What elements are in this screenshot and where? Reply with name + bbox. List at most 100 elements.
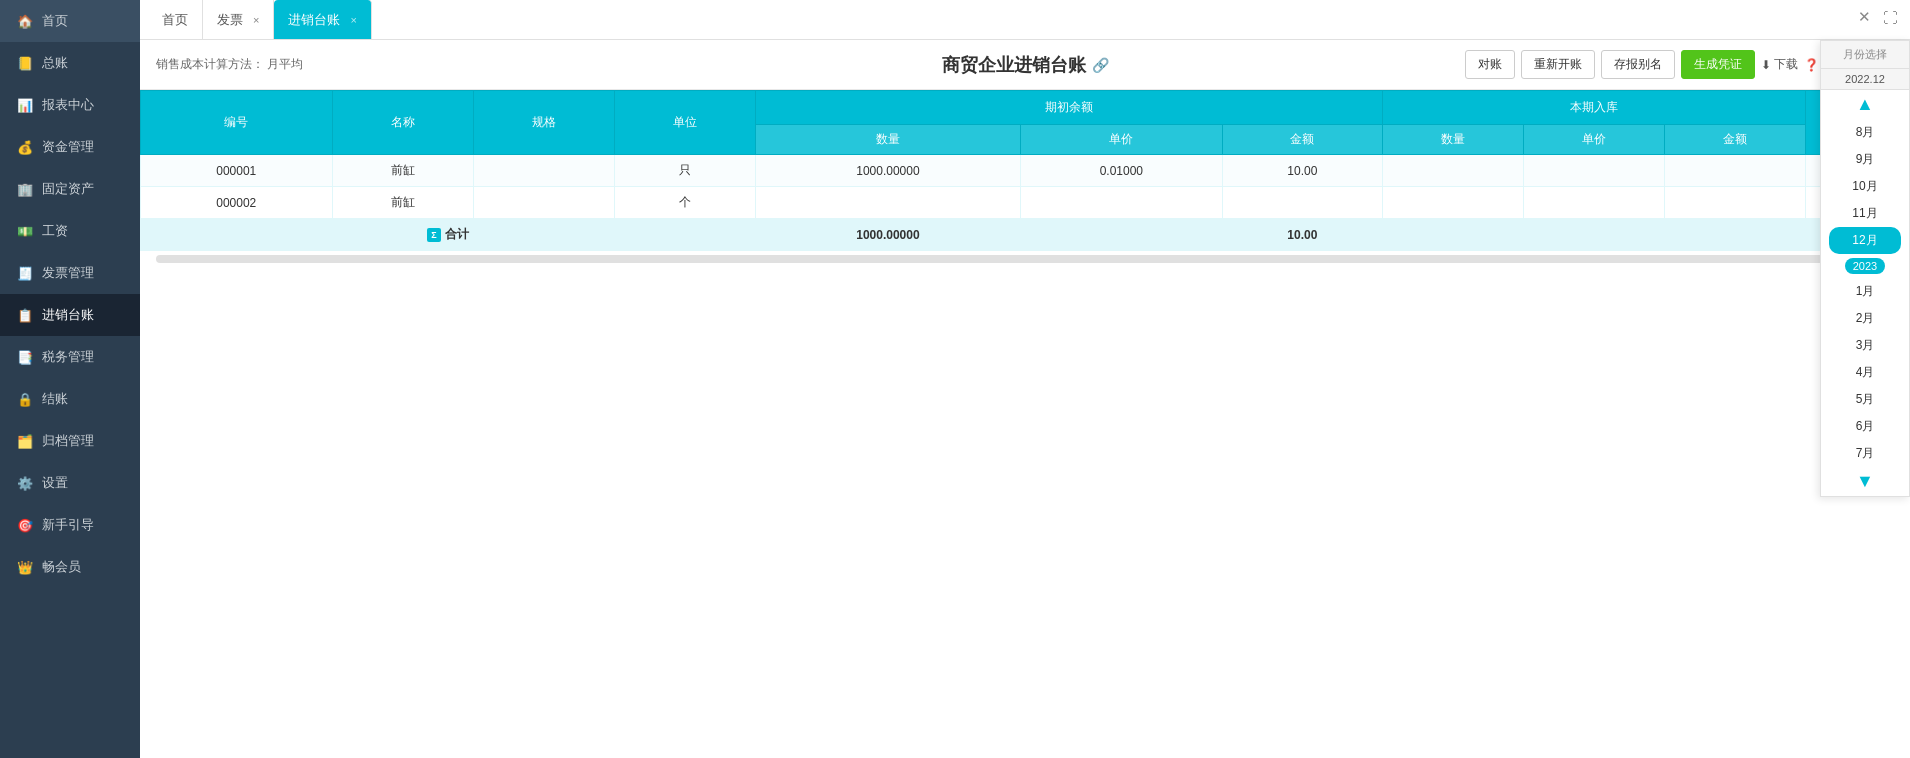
funds-icon: 💰 [16, 138, 34, 156]
main-area: 首页 发票 × 进销台账 × ✕ ⛶ 销售成本计算方法： 月平均 商贸企业进销台… [140, 0, 1910, 758]
month-panel-up-nav[interactable]: ▲ [1821, 90, 1909, 119]
cell-ob-amount [1222, 187, 1382, 219]
col-sub-ob-amount: 金额 [1222, 125, 1382, 155]
sidebar-item-label: 设置 [42, 474, 68, 492]
cell-spec [473, 187, 614, 219]
sidebar-item-label: 资金管理 [42, 138, 94, 156]
sidebar-item-tax[interactable]: 📑 税务管理 [0, 336, 140, 378]
cost-method-info: 销售成本计算方法： 月平均 [156, 56, 587, 73]
tab-invoice-close[interactable]: × [253, 14, 259, 26]
help-icon: ❓ [1804, 58, 1819, 72]
month-item-3[interactable]: 3月 [1821, 332, 1909, 359]
sidebar-item-funds[interactable]: 💰 资金管理 [0, 126, 140, 168]
archive-icon: 🗂️ [16, 432, 34, 450]
col-header-current-in: 本期入库 [1382, 91, 1806, 125]
horizontal-scrollbar[interactable] [156, 255, 1894, 263]
col-sub-ob-qty: 数量 [756, 125, 1021, 155]
download-button[interactable]: ⬇ 下载 [1761, 56, 1798, 73]
tab-bar: 首页 发票 × 进销台账 × ✕ ⛶ [140, 0, 1910, 40]
inventory-table: 编号 名称 规格 单位 期初余额 本期入库 数 数量 单价 金额 数量 单价 [140, 90, 1910, 251]
cell-in-amount [1665, 155, 1806, 187]
sidebar-item-label: 总账 [42, 54, 68, 72]
cell-ob-amount: 10.00 [1222, 155, 1382, 187]
window-close-button[interactable]: ✕ [1854, 6, 1875, 28]
month-item-2[interactable]: 2月 [1821, 305, 1909, 332]
sidebar-item-archive[interactable]: 🗂️ 归档管理 [0, 420, 140, 462]
month-item-10[interactable]: 10月 [1821, 173, 1909, 200]
sidebar-item-salary[interactable]: 💵 工资 [0, 210, 140, 252]
content-area: 销售成本计算方法： 月平均 商贸企业进销台账 🔗 对账 重新开账 存报别名 生成… [140, 40, 1910, 758]
month-item-1[interactable]: 1月 [1821, 278, 1909, 305]
total-icon: Σ [427, 228, 441, 242]
page-title-area: 商贸企业进销台账 🔗 [595, 53, 1456, 77]
col-header-opening-balance: 期初余额 [756, 91, 1383, 125]
sidebar-item-settings[interactable]: ⚙️ 设置 [0, 462, 140, 504]
col-sub-in-qty: 数量 [1382, 125, 1523, 155]
sidebar-item-invoice-mgmt[interactable]: 🧾 发票管理 [0, 252, 140, 294]
sidebar-item-inventory[interactable]: 📋 进销台账 [0, 294, 140, 336]
tab-home-label: 首页 [162, 11, 188, 29]
sidebar-item-reports[interactable]: 📊 报表中心 [0, 84, 140, 126]
sidebar-item-label: 畅会员 [42, 558, 81, 576]
sidebar-item-closing[interactable]: 🔒 结账 [0, 378, 140, 420]
total-label-cell: Σ 合计 [141, 219, 756, 251]
total-ob-amount: 10.00 [1222, 219, 1382, 251]
generate-voucher-button[interactable]: 生成凭证 [1681, 50, 1755, 79]
home-icon: 🏠 [16, 12, 34, 30]
cell-in-amount [1665, 187, 1806, 219]
assets-icon: 🏢 [16, 180, 34, 198]
tab-invoice-label: 发票 [217, 11, 243, 29]
month-item-4[interactable]: 4月 [1821, 359, 1909, 386]
reconcile-button[interactable]: 对账 [1465, 50, 1515, 79]
year-2023-label: 2023 [1845, 258, 1885, 274]
sidebar-item-label: 报表中心 [42, 96, 94, 114]
month-item-9[interactable]: 9月 [1821, 146, 1909, 173]
month-item-8[interactable]: 8月 [1821, 119, 1909, 146]
table-row: 000002 前缸 个 [141, 187, 1910, 219]
col-sub-in-amount: 金额 [1665, 125, 1806, 155]
cell-code: 000001 [141, 155, 333, 187]
reopen-button[interactable]: 重新开账 [1521, 50, 1595, 79]
sidebar-item-home[interactable]: 🏠 首页 [0, 0, 140, 42]
sidebar-item-label: 发票管理 [42, 264, 94, 282]
col-header-code: 编号 [141, 91, 333, 155]
month-item-7[interactable]: 7月 [1821, 440, 1909, 467]
salary-icon: 💵 [16, 222, 34, 240]
guide-icon: 🎯 [16, 516, 34, 534]
page-info-icon[interactable]: 🔗 [1092, 57, 1109, 73]
page-title: 商贸企业进销台账 [942, 53, 1086, 77]
tab-bar-actions: ✕ ⛶ [1854, 6, 1902, 28]
reports-icon: 📊 [16, 96, 34, 114]
sidebar-item-ledger[interactable]: 📒 总账 [0, 42, 140, 84]
closing-icon: 🔒 [16, 390, 34, 408]
month-panel-down-nav[interactable]: ▼ [1821, 467, 1909, 496]
sidebar-item-label: 税务管理 [42, 348, 94, 366]
sidebar-item-assets[interactable]: 🏢 固定资产 [0, 168, 140, 210]
sidebar-item-label: 固定资产 [42, 180, 94, 198]
toolbar: 销售成本计算方法： 月平均 商贸企业进销台账 🔗 对账 重新开账 存报别名 生成… [140, 40, 1910, 90]
month-item-5[interactable]: 5月 [1821, 386, 1909, 413]
tab-home[interactable]: 首页 [148, 0, 203, 39]
save-alias-button[interactable]: 存报别名 [1601, 50, 1675, 79]
sidebar-item-guide[interactable]: 🎯 新手引导 [0, 504, 140, 546]
cell-spec [473, 155, 614, 187]
col-header-unit: 单位 [614, 91, 755, 155]
cell-ob-qty: 1000.00000 [756, 155, 1021, 187]
total-row: Σ 合计 1000.00000 10.00 [141, 219, 1910, 251]
sidebar-item-label: 工资 [42, 222, 68, 240]
window-maximize-button[interactable]: ⛶ [1879, 6, 1902, 28]
tab-invoice[interactable]: 发票 × [203, 0, 274, 39]
cell-code: 000002 [141, 187, 333, 219]
month-item-11[interactable]: 11月 [1821, 200, 1909, 227]
cell-in-qty [1382, 187, 1523, 219]
tab-inventory[interactable]: 进销台账 × [274, 0, 371, 39]
month-item-6[interactable]: 6月 [1821, 413, 1909, 440]
sidebar-item-member[interactable]: 👑 畅会员 [0, 546, 140, 588]
download-icon: ⬇ [1761, 58, 1771, 72]
sidebar-item-label: 归档管理 [42, 432, 94, 450]
cost-method-value: 月平均 [267, 57, 303, 71]
month-panel-year-2022: 2022.12 [1821, 69, 1909, 90]
month-item-12[interactable]: 12月 [1829, 227, 1901, 254]
sidebar-item-label: 结账 [42, 390, 68, 408]
tab-inventory-close[interactable]: × [350, 14, 356, 26]
